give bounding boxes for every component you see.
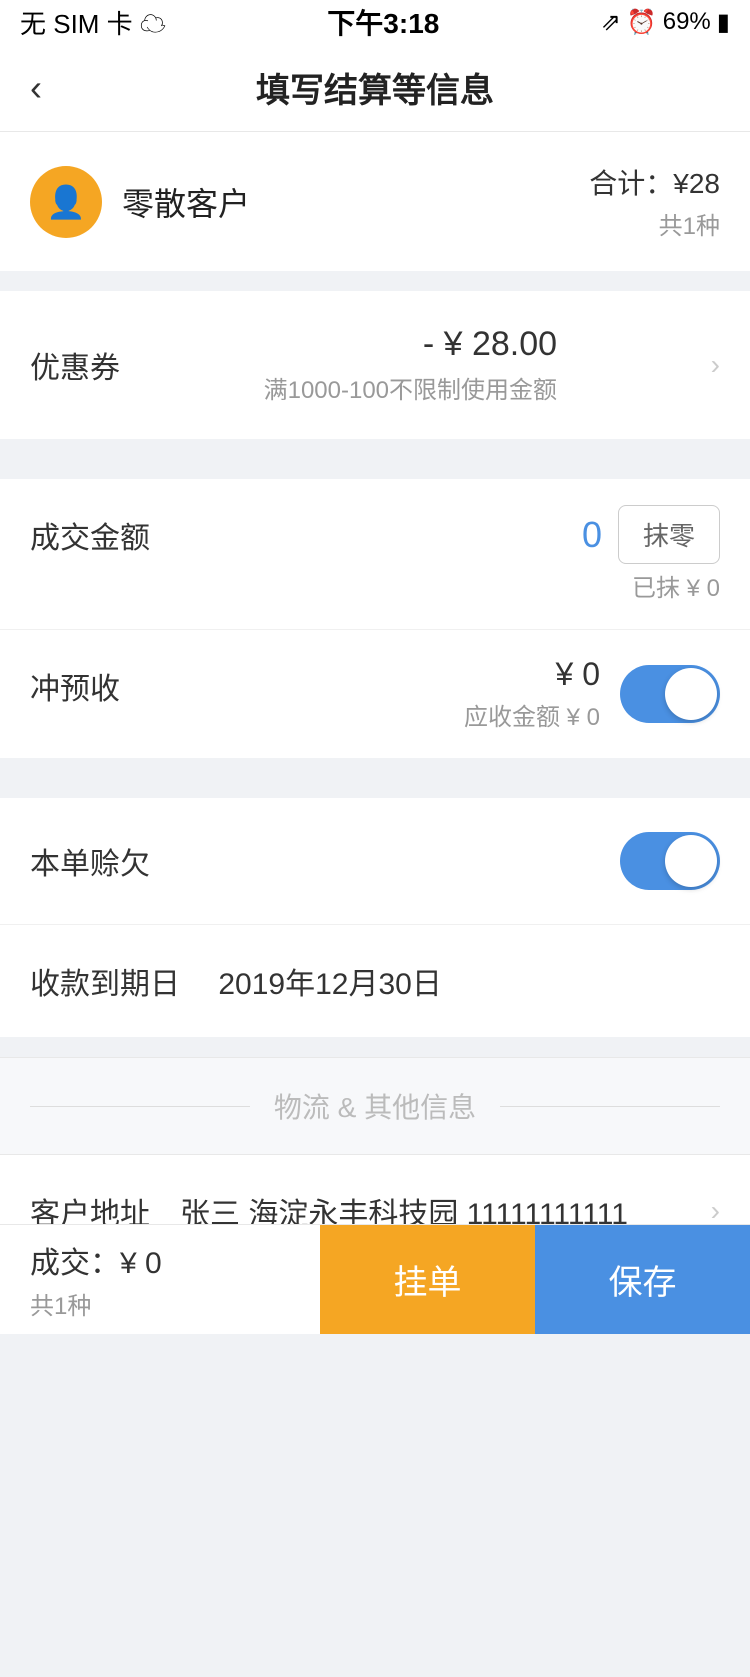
deal-amount-label: 成交金额 — [30, 513, 150, 557]
chevron-icon: › — [711, 349, 720, 381]
deal-amount-value[interactable]: 0 — [562, 514, 602, 556]
main-content: 👤 零散客户 合计：¥28 共1种 优惠券 - ¥ 28.00 满1000-10… — [0, 132, 750, 1677]
due-date-value: 2019年12月30日 — [218, 968, 441, 1001]
bottom-info: 成交：¥ 0 共1种 — [0, 1238, 320, 1321]
total-label: 合计：¥28 — [589, 162, 720, 202]
bottom-count: 共1种 — [30, 1286, 290, 1321]
save-button[interactable]: 保存 — [535, 1225, 750, 1334]
deal-amount-right: 0 抹零 — [562, 505, 720, 564]
coupon-amount: - ¥ 28.00 — [264, 325, 557, 364]
debt-section: 本单赊欠 收款到期日 2019年12月30日 — [0, 798, 750, 1037]
bottom-deal-amount: ¥ 0 — [120, 1247, 162, 1280]
prepaid-amount-col: ¥ 0 应收金额 ¥ 0 — [464, 656, 600, 732]
debt-toggle-knob — [665, 835, 717, 887]
due-date-row: 收款到期日 2019年12月30日 — [0, 925, 750, 1037]
due-date-label: 收款到期日 — [30, 968, 180, 1001]
alarm-icon: ⏰ — [627, 8, 657, 37]
status-right: ⇗ ⏰ 69% ▮ — [601, 8, 730, 37]
debt-row: 本单赊欠 — [0, 798, 750, 925]
prepaid-left: 冲预收 — [30, 656, 120, 708]
hold-button[interactable]: 挂单 — [320, 1225, 535, 1334]
divider-1 — [0, 459, 750, 479]
page-title: 填写结算等信息 — [256, 63, 494, 112]
amounts-section: 成交金额 0 抹零 已抹 ¥ 0 冲预收 ¥ 0 应收金额 ¥ 0 — [0, 479, 750, 758]
status-time: 下午3:18 — [327, 2, 439, 42]
nav-bar: ‹ 填写结算等信息 — [0, 44, 750, 132]
bottom-deal-label: 成交： — [30, 1247, 120, 1280]
avatar-icon: 👤 — [46, 183, 86, 221]
customer-section: 👤 零散客户 合计：¥28 共1种 — [0, 132, 750, 271]
total-count: 共1种 — [589, 206, 720, 241]
customer-row: 👤 零散客户 合计：¥28 共1种 — [0, 132, 750, 271]
debt-label: 本单赊欠 — [30, 839, 150, 883]
logistics-section: 物流 & 其他信息 — [0, 1057, 750, 1155]
deal-amount-sub: 已抹 ¥ 0 — [632, 568, 720, 603]
bottom-deal-row: 成交：¥ 0 — [30, 1238, 290, 1282]
coupon-label: 优惠券 — [30, 343, 120, 387]
logistics-label: 物流 & 其他信息 — [250, 1086, 500, 1126]
logistics-divider-right — [500, 1106, 720, 1107]
avatar: 👤 — [30, 166, 102, 238]
prepaid-amount: ¥ 0 — [464, 656, 600, 693]
coupon-row[interactable]: 优惠券 - ¥ 28.00 满1000-100不限制使用金额 › — [0, 291, 750, 439]
customer-left: 👤 零散客户 — [30, 166, 250, 238]
bottom-actions: 挂单 保存 — [320, 1225, 750, 1334]
customer-name: 零散客户 — [122, 179, 250, 225]
sim-label: 无 SIM 卡 ☁ — [20, 4, 166, 41]
prepaid-sub: 应收金额 ¥ 0 — [464, 697, 600, 732]
coupon-desc: 满1000-100不限制使用金额 — [264, 370, 557, 405]
divider-2 — [0, 778, 750, 798]
prepaid-toggle[interactable] — [620, 665, 720, 723]
round-button[interactable]: 抹零 — [618, 505, 720, 564]
prepaid-label: 冲预收 — [30, 664, 120, 708]
toggle-knob — [665, 668, 717, 720]
bottom-bar: 成交：¥ 0 共1种 挂单 保存 — [0, 1224, 750, 1334]
coupon-right: - ¥ 28.00 满1000-100不限制使用金额 — [264, 325, 557, 405]
logistics-divider-left — [30, 1106, 250, 1107]
debt-toggle[interactable] — [620, 832, 720, 890]
prepaid-row: 冲预收 ¥ 0 应收金额 ¥ 0 — [0, 630, 750, 758]
deal-amount-left: 成交金额 — [30, 505, 150, 557]
location-icon: ⇗ — [601, 8, 621, 37]
customer-right: 合计：¥28 共1种 — [589, 162, 720, 241]
battery-icon: ▮ — [717, 8, 730, 37]
battery-label: 69% — [663, 8, 711, 36]
status-left: 无 SIM 卡 ☁ — [20, 4, 166, 41]
back-button[interactable]: ‹ — [30, 67, 62, 109]
address-chevron-icon: › — [711, 1195, 720, 1227]
deal-amount-row: 成交金额 0 抹零 已抹 ¥ 0 — [0, 479, 750, 630]
coupon-section: 优惠券 - ¥ 28.00 满1000-100不限制使用金额 › — [0, 291, 750, 439]
status-bar: 无 SIM 卡 ☁ 下午3:18 ⇗ ⏰ 69% ▮ — [0, 0, 750, 44]
